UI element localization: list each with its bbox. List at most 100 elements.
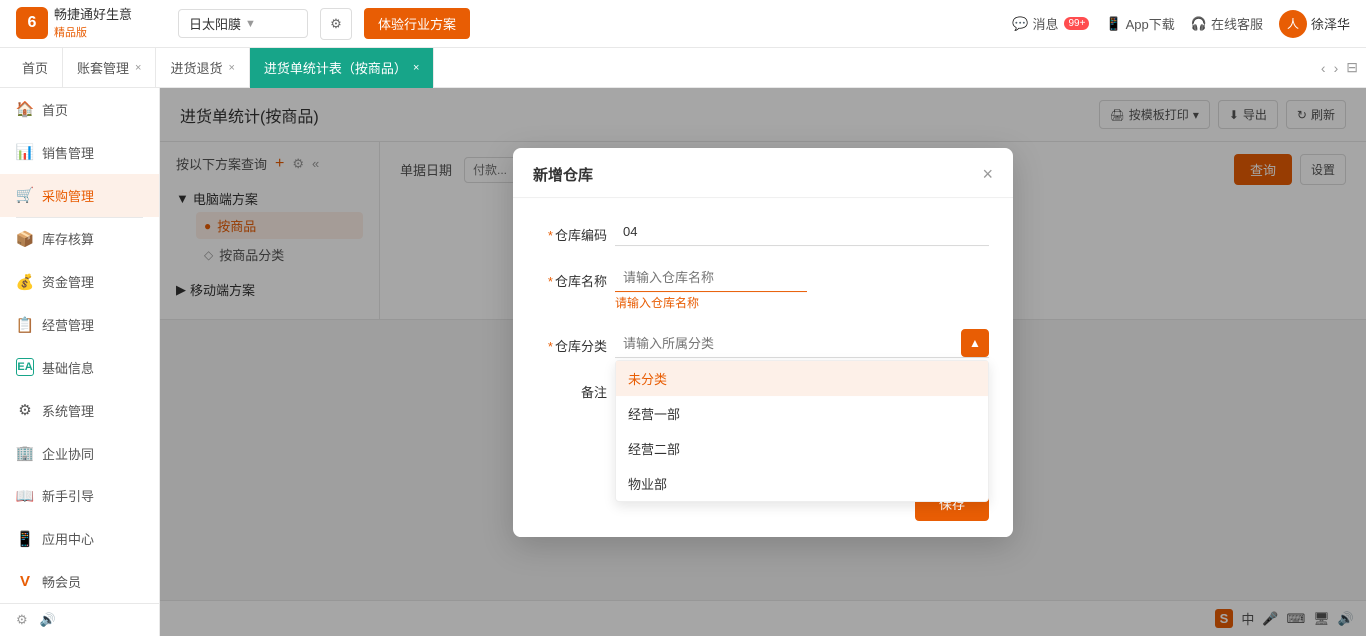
sidebar-settings-icon[interactable]: ⚙ <box>16 612 28 628</box>
sidebar: 🏠 首页 📊 销售管理 🛒 采购管理 📦 库存核算 💰 资金管理 📋 经营管理 … <box>0 88 160 636</box>
sidebar-item-enterprise[interactable]: 🏢 企业协同 <box>0 432 159 475</box>
store-selector[interactable]: 日太阳膜 ▼ <box>178 9 308 38</box>
sidebar-volume-icon[interactable]: 🔊 <box>40 612 56 628</box>
sidebar-label-inventory: 库存核算 <box>42 229 94 248</box>
vip-icon: V <box>16 573 34 591</box>
mobile-icon: 📱 <box>1105 16 1121 32</box>
name-error-message: 请输入仓库名称 <box>615 294 807 311</box>
tab-home-label: 首页 <box>22 58 48 77</box>
sidebar-label-basics: 基础信息 <box>42 358 94 377</box>
dropdown-item-unclassified[interactable]: 未分类 <box>616 361 988 396</box>
name-input[interactable] <box>615 264 807 292</box>
sidebar-label-operations: 经营管理 <box>42 315 94 334</box>
sidebar-label-sales: 销售管理 <box>42 143 94 162</box>
tab-purchase-return-label: 进货退货 <box>170 58 222 77</box>
code-input[interactable] <box>615 218 989 246</box>
sales-icon: 📊 <box>16 143 34 161</box>
messages-label: 消息 <box>1032 14 1058 33</box>
modal-close-button[interactable]: × <box>982 164 993 185</box>
system-icon: ⚙ <box>16 401 34 419</box>
sidebar-bottom: ⚙ 🔊 <box>0 603 159 636</box>
sidebar-item-inventory[interactable]: 📦 库存核算 <box>0 217 159 260</box>
tab-purchase-stats-close[interactable]: × <box>413 62 419 74</box>
sidebar-item-home[interactable]: 🏠 首页 <box>0 88 159 131</box>
sidebar-item-finance[interactable]: 💰 资金管理 <box>0 260 159 303</box>
inventory-icon: 📦 <box>16 230 34 248</box>
sidebar-item-vip[interactable]: V 畅会员 <box>0 560 159 603</box>
tab-accounts-close[interactable]: × <box>135 62 141 74</box>
headset-icon: 🎧 <box>1191 16 1207 32</box>
modal-body: *仓库编码 *仓库名称 请输入仓库名称 <box>513 198 1013 474</box>
tab-purchase-return[interactable]: 进货退货 × <box>156 48 249 88</box>
modal-title: 新增仓库 <box>533 164 593 185</box>
form-row-category: *仓库分类 ▲ 未分类 经营一部 经营二部 <box>537 329 989 358</box>
tab-purchase-stats-label: 进货单统计表（按商品） <box>264 58 407 77</box>
finance-icon: 💰 <box>16 273 34 291</box>
app-sub: 精品版 <box>54 24 132 40</box>
message-icon: 💬 <box>1012 16 1028 32</box>
online-service-label: 在线客服 <box>1211 14 1263 33</box>
category-input[interactable] <box>615 330 961 357</box>
category-dropdown-arrow[interactable]: ▲ <box>961 329 989 357</box>
name-input-wrapper: 请输入仓库名称 <box>615 264 807 311</box>
guide-icon: 📖 <box>16 487 34 505</box>
tab-purchase-stats[interactable]: 进货单统计表（按商品） × <box>250 48 434 88</box>
logo-icon: 6 <box>16 7 48 39</box>
gear-icon: ⚙ <box>330 16 342 32</box>
trial-button[interactable]: 体验行业方案 <box>364 8 470 39</box>
category-dropdown: ▲ 未分类 经营一部 经营二部 物业部 <box>615 329 989 358</box>
code-label: *仓库编码 <box>537 218 607 244</box>
sidebar-label-guide: 新手引导 <box>42 486 94 505</box>
tab-purchase-return-close[interactable]: × <box>228 62 234 74</box>
tab-scroll-left[interactable]: ‹ <box>1321 60 1326 76</box>
sidebar-item-app-center[interactable]: 📱 应用中心 <box>0 517 159 560</box>
messages-button[interactable]: 💬 消息 99+ <box>1012 14 1089 33</box>
operations-icon: 📋 <box>16 316 34 334</box>
username: 徐泽华 <box>1311 14 1350 33</box>
sidebar-label-enterprise: 企业协同 <box>42 444 94 463</box>
tab-controls: ‹ › ⊟ <box>1321 59 1358 76</box>
tab-accounts[interactable]: 账套管理 × <box>63 48 156 88</box>
app-center-icon: 📱 <box>16 530 34 548</box>
sidebar-label-app-center: 应用中心 <box>42 529 94 548</box>
tab-scroll-right[interactable]: › <box>1334 60 1339 76</box>
form-row-name: *仓库名称 请输入仓库名称 <box>537 264 989 311</box>
sidebar-item-guide[interactable]: 📖 新手引导 <box>0 474 159 517</box>
dropdown-item-dept1[interactable]: 经营一部 <box>616 396 988 431</box>
settings-button[interactable]: ⚙ <box>320 8 352 40</box>
app-download-label: App下载 <box>1126 14 1175 33</box>
online-service-button[interactable]: 🎧 在线客服 <box>1191 14 1263 33</box>
category-dropdown-list: 未分类 经营一部 经营二部 物业部 <box>615 360 989 502</box>
sidebar-item-sales[interactable]: 📊 销售管理 <box>0 131 159 174</box>
message-badge: 99+ <box>1064 17 1089 30</box>
sidebar-label-system: 系统管理 <box>42 401 94 420</box>
sidebar-item-operations[interactable]: 📋 经营管理 <box>0 303 159 346</box>
sidebar-label-vip: 畅会员 <box>42 572 81 591</box>
logo-area: 6 畅捷通好生意 精品版 <box>16 7 166 40</box>
form-row-code: *仓库编码 <box>537 218 989 246</box>
sidebar-label-home: 首页 <box>42 100 68 119</box>
app-name: 畅捷通好生意 <box>54 7 132 24</box>
basics-icon: EA <box>16 358 34 376</box>
dropdown-item-dept2[interactable]: 经营二部 <box>616 431 988 466</box>
user-area[interactable]: 人 徐泽华 <box>1279 10 1350 38</box>
home-icon: 🏠 <box>16 100 34 118</box>
main-layout: 🏠 首页 📊 销售管理 🛒 采购管理 📦 库存核算 💰 资金管理 📋 经营管理 … <box>0 88 1366 636</box>
sidebar-item-purchase[interactable]: 🛒 采购管理 <box>0 174 159 217</box>
sidebar-label-purchase: 采购管理 <box>42 186 94 205</box>
dropdown-item-dept3[interactable]: 物业部 <box>616 466 988 501</box>
sidebar-item-system[interactable]: ⚙ 系统管理 <box>0 389 159 432</box>
content-area: 进货单统计(按商品) 🖨 按模板打印 ▾ ⬇ 导出 ↻ 刷新 <box>160 88 1366 636</box>
tab-more[interactable]: ⊟ <box>1346 59 1358 76</box>
tab-accounts-label: 账套管理 <box>77 58 129 77</box>
purchase-icon: 🛒 <box>16 186 34 204</box>
category-label: *仓库分类 <box>537 329 607 355</box>
note-label: 备注 <box>537 376 607 401</box>
app-download-button[interactable]: 📱 App下载 <box>1105 14 1174 33</box>
avatar: 人 <box>1279 10 1307 38</box>
tab-home[interactable]: 首页 <box>8 48 63 88</box>
tabbar: 首页 账套管理 × 进货退货 × 进货单统计表（按商品） × ‹ › ⊟ <box>0 48 1366 88</box>
store-dropdown-arrow: ▼ <box>245 18 256 30</box>
store-name: 日太阳膜 <box>189 14 241 33</box>
sidebar-item-basics[interactable]: EA 基础信息 <box>0 346 159 389</box>
